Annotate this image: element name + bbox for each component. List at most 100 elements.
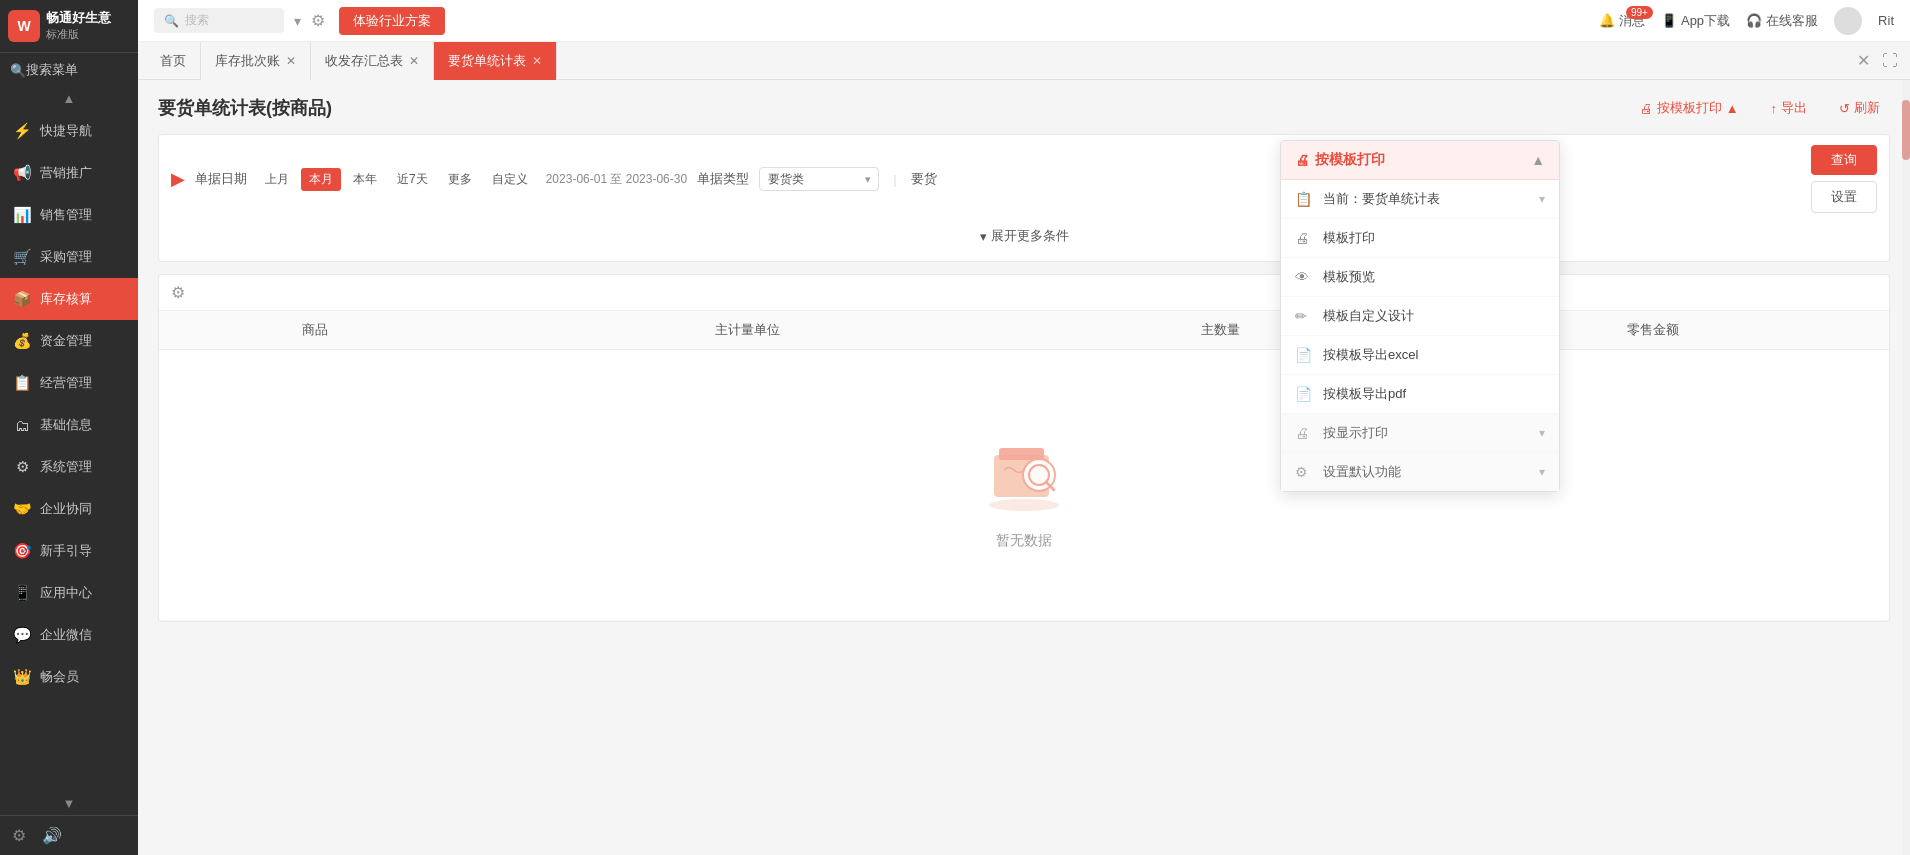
- type-select-wrapper[interactable]: 要货类: [759, 167, 879, 191]
- sidebar-item-operations[interactable]: 📋 经营管理: [0, 362, 138, 404]
- sidebar-item-wechat[interactable]: 💬 企业微信: [0, 614, 138, 656]
- export-icon: ↑: [1771, 101, 1778, 116]
- sidebar-scroll-down[interactable]: ▼: [0, 792, 138, 815]
- sidebar-item-quick-nav[interactable]: ⚡ 快捷导航: [0, 110, 138, 152]
- date-opt-custom[interactable]: 自定义: [484, 168, 536, 191]
- sidebar-item-enterprise[interactable]: 🤝 企业协同: [0, 488, 138, 530]
- app-download-item[interactable]: 📱 App下载: [1661, 12, 1730, 30]
- th-unit: 主计量单位: [470, 311, 1024, 350]
- sidebar-footer-settings-icon[interactable]: ⚙: [12, 826, 26, 845]
- sidebar-item-label: 系统管理: [40, 458, 92, 476]
- printer-icon: 🖨: [1640, 101, 1653, 116]
- topbar-search-icon: 🔍: [164, 14, 179, 28]
- sidebar-item-apps[interactable]: 📱 应用中心: [0, 572, 138, 614]
- app-download-icon: 📱: [1661, 13, 1677, 28]
- dropdown-set-default[interactable]: ⚙ 设置默认功能 ▾: [1281, 453, 1559, 491]
- tabs-expand-btn[interactable]: ⛶: [1878, 48, 1902, 74]
- sidebar-item-label: 畅会员: [40, 668, 79, 686]
- sidebar-item-label: 企业微信: [40, 626, 92, 644]
- dropdown-template-print[interactable]: 🖨 模板打印: [1281, 219, 1559, 258]
- sidebar: W 畅通好生意 标准版 🔍 搜索菜单 ▲ ⚡ 快捷导航 📢 营销推广 📊 销售管…: [0, 0, 138, 855]
- tab-label: 收发存汇总表: [325, 52, 403, 70]
- date-opt-more[interactable]: 更多: [440, 168, 480, 191]
- svg-point-0: [989, 499, 1059, 511]
- app-company-name: 畅通好生意: [46, 10, 111, 27]
- export-btn[interactable]: ↑ 导出: [1761, 94, 1818, 122]
- type-select[interactable]: 要货类: [759, 167, 879, 191]
- expand-more-btn[interactable]: ▾ 展开更多条件: [964, 221, 1085, 251]
- settings-btn[interactable]: 设置: [1811, 181, 1877, 213]
- online-service-item[interactable]: 🎧 在线客服: [1746, 12, 1818, 30]
- tabs-close-btn[interactable]: ✕: [1853, 47, 1874, 74]
- sidebar-item-label: 资金管理: [40, 332, 92, 350]
- refresh-btn[interactable]: ↺ 刷新: [1829, 94, 1890, 122]
- sidebar-search-item[interactable]: 🔍 搜索菜单: [0, 53, 138, 87]
- tab-order-stats[interactable]: 要货单统计表 ✕: [434, 42, 557, 80]
- printer-icon: 🖨: [1295, 152, 1309, 168]
- sidebar-item-marketing[interactable]: 📢 营销推广: [0, 152, 138, 194]
- scrollbar-thumb[interactable]: [1902, 100, 1910, 160]
- notifications-item[interactable]: 🔔 消息 99+: [1599, 12, 1645, 30]
- user-name: Rit: [1878, 13, 1894, 28]
- sidebar-item-member[interactable]: 👑 畅会员: [0, 656, 138, 698]
- sidebar-item-inventory[interactable]: 📦 库存核算: [0, 278, 138, 320]
- page-header: 要货单统计表(按商品) 🖨 按模板打印 ▲ ↑ 导出 ↺ 刷新: [138, 80, 1910, 122]
- tab-receipts-summary[interactable]: 收发存汇总表 ✕: [311, 42, 434, 80]
- sidebar-item-purchase[interactable]: 🛒 采购管理: [0, 236, 138, 278]
- topbar-gear-icon[interactable]: ⚙: [311, 11, 325, 30]
- date-opt-7days[interactable]: 近7天: [389, 168, 436, 191]
- goods-filter-label: 要货: [911, 170, 937, 188]
- dropdown-export-excel[interactable]: 📄 按模板导出excel: [1281, 336, 1559, 375]
- set-default-icon: ⚙: [1295, 464, 1313, 480]
- dropdown-header-left: 🖨 按模板打印: [1295, 151, 1385, 169]
- table-settings-icon[interactable]: ⚙: [171, 283, 185, 302]
- avatar[interactable]: [1834, 7, 1862, 35]
- topbar-dropdown-icon[interactable]: ▾: [294, 13, 301, 29]
- date-opt-last-month[interactable]: 上月: [257, 168, 297, 191]
- dropdown-template-preview[interactable]: 👁 模板预览: [1281, 258, 1559, 297]
- tab-close-icon[interactable]: ✕: [532, 54, 542, 68]
- sidebar-footer-audio-icon[interactable]: 🔊: [42, 826, 62, 845]
- dropdown-template-custom[interactable]: ✏ 模板自定义设计: [1281, 297, 1559, 336]
- operations-icon: 📋: [12, 373, 32, 393]
- sidebar-item-label: 企业协同: [40, 500, 92, 518]
- template-print-btn[interactable]: 🖨 按模板打印 ▲: [1630, 94, 1749, 122]
- dropdown-template-preview-label: 模板预览: [1323, 268, 1375, 286]
- topbar: 🔍 搜索 ▾ ⚙ 体验行业方案 🔔 消息 99+ 📱 App下载 🎧 在线客服 …: [138, 0, 1910, 42]
- sidebar-footer: ⚙ 🔊: [0, 815, 138, 855]
- sidebar-item-system[interactable]: ⚙ 系统管理: [0, 446, 138, 488]
- enterprise-icon: 🤝: [12, 499, 32, 519]
- date-options: 上月 本月 本年 近7天 更多 自定义: [257, 168, 536, 191]
- dropdown-current-item[interactable]: 📋 当前：要货单统计表 ▾: [1281, 180, 1559, 219]
- dropdown-display-print[interactable]: 🖨 按显示打印 ▾: [1281, 414, 1559, 453]
- sidebar-item-finance[interactable]: 💰 资金管理: [0, 320, 138, 362]
- date-opt-this-year[interactable]: 本年: [345, 168, 385, 191]
- sidebar-item-label: 基础信息: [40, 416, 92, 434]
- tab-batch-account[interactable]: 库存批次账 ✕: [201, 42, 311, 80]
- tab-close-icon[interactable]: ✕: [286, 54, 296, 68]
- preview-icon: 👁: [1295, 269, 1313, 285]
- apps-icon: 📱: [12, 583, 32, 603]
- tab-close-icon[interactable]: ✕: [409, 54, 419, 68]
- sidebar-scroll-up[interactable]: ▲: [0, 87, 138, 110]
- sidebar-item-sales[interactable]: 📊 销售管理: [0, 194, 138, 236]
- trial-btn[interactable]: 体验行业方案: [339, 7, 445, 35]
- date-opt-this-month[interactable]: 本月: [301, 168, 341, 191]
- excel-icon: 📄: [1295, 347, 1313, 363]
- sidebar-item-basic[interactable]: 🗂 基础信息: [0, 404, 138, 446]
- sidebar-item-guide[interactable]: 🎯 新手引导: [0, 530, 138, 572]
- page-title: 要货单统计表(按商品): [158, 96, 332, 120]
- right-scrollbar[interactable]: [1902, 80, 1910, 855]
- dropdown-arrow-icon: ▾: [1539, 192, 1545, 206]
- filter-expand-icon[interactable]: ▶: [171, 168, 185, 190]
- dropdown-export-pdf[interactable]: 📄 按模板导出pdf: [1281, 375, 1559, 414]
- current-template-icon: 📋: [1295, 191, 1313, 207]
- sidebar-logo: W 畅通好生意 标准版: [0, 0, 138, 53]
- basic-icon: 🗂: [12, 415, 32, 435]
- dropdown-display-print-label: 按显示打印: [1323, 424, 1388, 442]
- dropdown-header-right: ▲: [1531, 152, 1545, 168]
- home-label: 首页: [160, 52, 186, 70]
- tab-home[interactable]: 首页: [146, 42, 201, 80]
- topbar-search[interactable]: 🔍 搜索: [154, 8, 284, 33]
- query-btn[interactable]: 查询: [1811, 145, 1877, 175]
